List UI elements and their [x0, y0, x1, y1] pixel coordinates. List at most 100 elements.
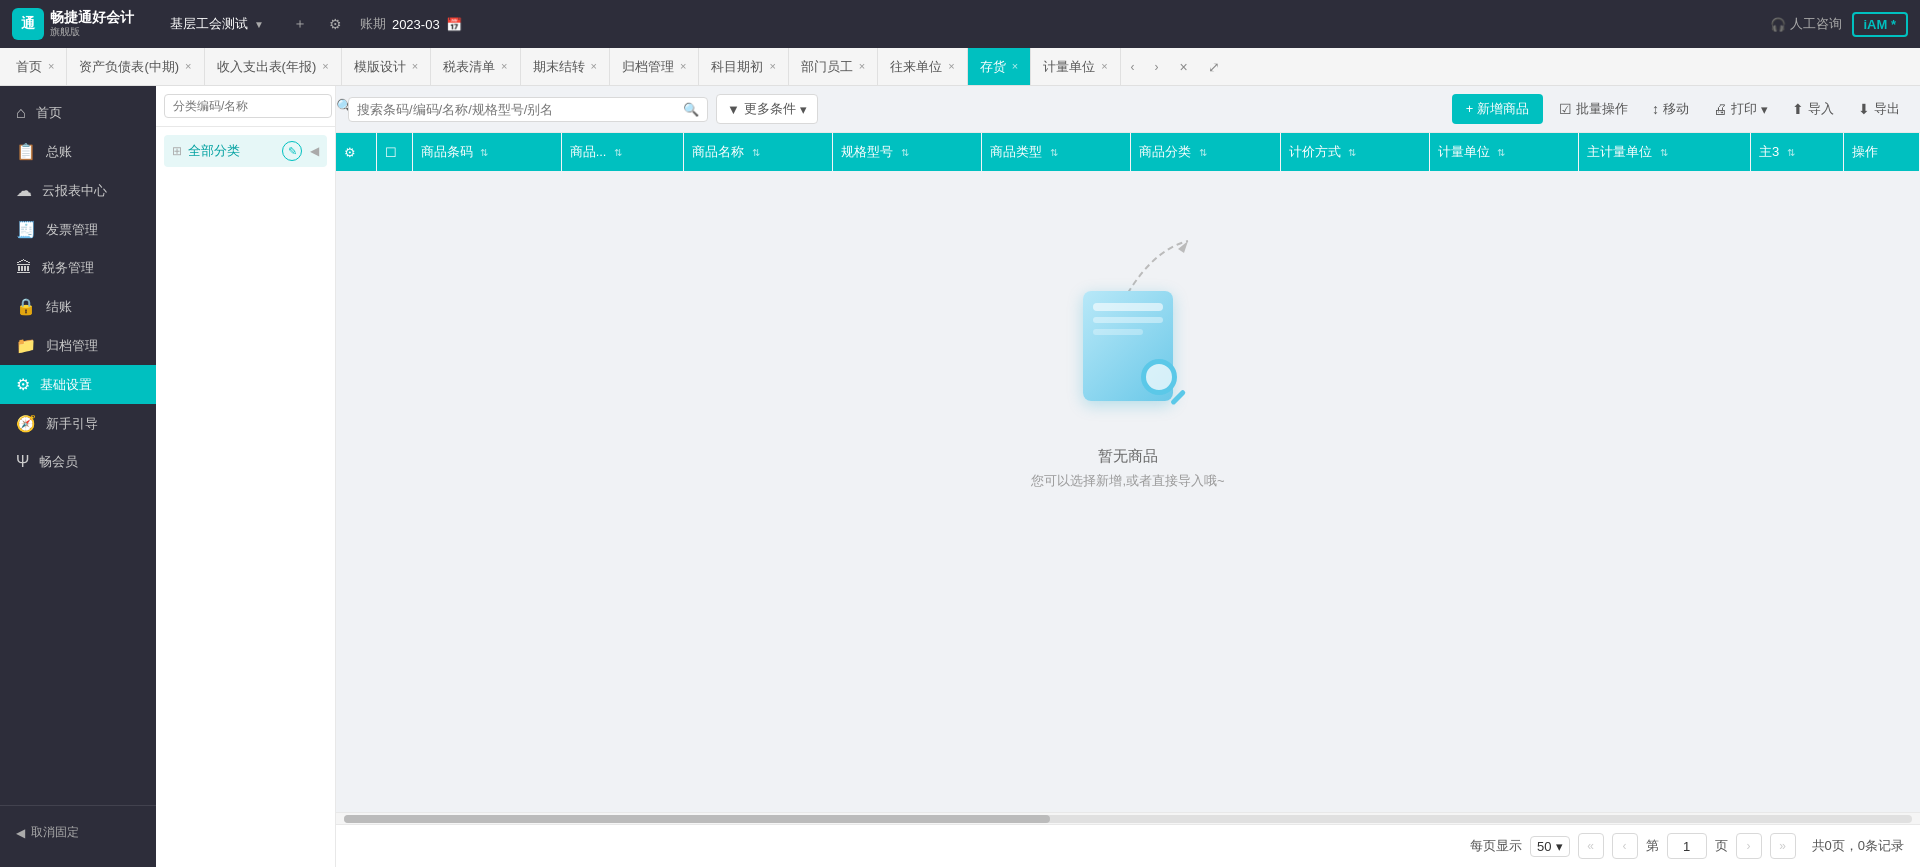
close-archive-tab[interactable]: × — [680, 61, 686, 72]
iam-badge[interactable]: iAM * — [1852, 12, 1909, 37]
empty-subtitle: 您可以选择新增,或者直接导入哦~ — [1031, 472, 1224, 490]
export-button[interactable]: ⬇ 导出 — [1850, 95, 1908, 123]
close-template-tab[interactable]: × — [412, 61, 418, 72]
th-category: 商品分类 ⇅ — [1131, 133, 1280, 171]
close-carry-tab[interactable]: × — [591, 61, 597, 72]
tree-root-all[interactable]: ⊞ 全部分类 ✎ ◀ — [164, 135, 327, 167]
close-income-tab[interactable]: × — [322, 61, 328, 72]
toolbar: 🔍 ▼ 更多条件 ▾ + 新增商品 ☑ 批量操作 ↕ — [336, 86, 1920, 133]
th-pricing: 计价方式 ⇅ — [1280, 133, 1429, 171]
tab-expand-button[interactable]: ⤢ — [1199, 48, 1229, 86]
tab-department[interactable]: 部门员工 × — [789, 48, 878, 86]
tab-measure-unit[interactable]: 计量单位 × — [1031, 48, 1120, 86]
close-balance-tab[interactable]: × — [185, 61, 191, 72]
sidebar-item-guide[interactable]: 🧭 新手引导 — [0, 404, 156, 443]
print-button[interactable]: 🖨 打印 ▾ — [1705, 95, 1776, 123]
th-type: 商品类型 ⇅ — [982, 133, 1131, 171]
sort-code-icon[interactable]: ⇅ — [614, 147, 622, 158]
tab-template-design[interactable]: 模版设计 × — [342, 48, 431, 86]
tab-period-carry[interactable]: 期末结转 × — [521, 48, 610, 86]
more-filters-button[interactable]: ▼ 更多条件 ▾ — [716, 94, 818, 124]
empty-illustration — [1028, 231, 1228, 431]
tab-balance-sheet[interactable]: 资产负债表(中期) × — [67, 48, 204, 86]
print-dropdown-icon: ▾ — [1761, 102, 1768, 117]
sort-spec-icon[interactable]: ⇅ — [901, 147, 909, 158]
add-product-button[interactable]: + 新增商品 — [1452, 94, 1543, 124]
period-area: 账期 2023-03 📅 — [360, 15, 462, 33]
sidebar-item-invoice[interactable]: 🧾 发票管理 — [0, 210, 156, 249]
sort-col3-icon[interactable]: ⇅ — [1787, 147, 1795, 158]
sidebar-item-ledger[interactable]: 📋 总账 — [0, 132, 156, 171]
close-inventory-tab[interactable]: × — [1012, 61, 1018, 72]
tree-edit-button[interactable]: ✎ — [282, 141, 302, 161]
tab-prev-button[interactable]: ‹ — [1121, 48, 1145, 86]
classification-search-input[interactable] — [164, 94, 332, 118]
search-bar-icon[interactable]: 🔍 — [683, 102, 699, 117]
import-button[interactable]: ⬆ 导入 — [1784, 95, 1842, 123]
close-measure-tab[interactable]: × — [1101, 61, 1107, 72]
sort-unit-icon[interactable]: ⇅ — [1497, 147, 1505, 158]
tab-archive[interactable]: 归档管理 × — [610, 48, 699, 86]
sidebar-item-close-account[interactable]: 🔒 结账 — [0, 287, 156, 326]
th-settings[interactable]: ⚙ — [336, 133, 376, 171]
tab-close-all-button[interactable]: × — [1169, 48, 1199, 86]
tab-tax-list[interactable]: 税表清单 × — [431, 48, 520, 86]
close-homepage-tab[interactable]: × — [48, 61, 54, 72]
scroll-track[interactable] — [344, 815, 1912, 823]
company-selector[interactable]: 基层工会测试 ▼ — [162, 11, 272, 37]
content-wrapper: 🔍 ⊞ 全部分类 ✎ ◀ 🔍 ▼ 更多条 — [156, 86, 1920, 867]
calendar-icon[interactable]: 📅 — [446, 17, 462, 32]
tab-income-statement[interactable]: 收入支出表(年报) × — [205, 48, 342, 86]
tree-collapse-icon[interactable]: ◀ — [310, 144, 319, 158]
scroll-thumb[interactable] — [344, 815, 1050, 823]
sort-pricing-icon[interactable]: ⇅ — [1348, 147, 1356, 158]
close-tax-tab[interactable]: × — [501, 61, 507, 72]
product-search-bar[interactable]: 🔍 — [348, 97, 708, 122]
unpin-icon: ◀ — [16, 826, 25, 840]
sort-name-icon[interactable]: ⇅ — [752, 147, 760, 158]
toolbar-right: + 新增商品 ☑ 批量操作 ↕ 移动 🖨 打印 ▾ — [1452, 94, 1908, 124]
page-size-selector[interactable]: 50 ▾ — [1530, 836, 1569, 857]
settings-gear-button[interactable]: ⚙ — [322, 10, 350, 38]
close-contacts-tab[interactable]: × — [948, 61, 954, 72]
guide-icon: 🧭 — [16, 414, 36, 433]
chevron-down-icon: ▾ — [800, 102, 807, 117]
tab-contacts[interactable]: 往来单位 × — [878, 48, 967, 86]
th-checkbox[interactable]: ☐ — [376, 133, 412, 171]
sort-category-icon[interactable]: ⇅ — [1199, 147, 1207, 158]
batch-operation-button[interactable]: ☑ 批量操作 — [1551, 95, 1636, 123]
move-button[interactable]: ↕ 移动 — [1644, 95, 1697, 123]
export-icon: ⬇ — [1858, 101, 1870, 117]
close-dept-tab[interactable]: × — [859, 61, 865, 72]
sort-type-icon[interactable]: ⇅ — [1050, 147, 1058, 158]
close-subject-tab[interactable]: × — [769, 61, 775, 72]
page-number-input[interactable] — [1667, 833, 1707, 859]
sidebar-item-vip[interactable]: Ψ 畅会员 — [0, 443, 156, 481]
th-code: 商品... ⇅ — [561, 133, 683, 171]
tab-next-button[interactable]: › — [1145, 48, 1169, 86]
sidebar-item-basic-settings[interactable]: ⚙ 基础设置 — [0, 365, 156, 404]
sidebar-item-archive[interactable]: 📁 归档管理 — [0, 326, 156, 365]
tab-homepage[interactable]: 首页 × — [4, 48, 67, 86]
page-last-button[interactable]: » — [1770, 833, 1796, 859]
add-company-button[interactable]: ＋ — [286, 10, 314, 38]
empty-state: 暂无商品 您可以选择新增,或者直接导入哦~ — [336, 171, 1920, 550]
tab-subject-init[interactable]: 科目期初 × — [699, 48, 788, 86]
unpin-sidebar-button[interactable]: ◀ 取消固定 — [0, 816, 156, 849]
page-first-button[interactable]: « — [1578, 833, 1604, 859]
print-icon: 🖨 — [1713, 101, 1727, 117]
product-search-input[interactable] — [357, 102, 679, 117]
sidebar-item-homepage[interactable]: ⌂ 首页 — [0, 94, 156, 132]
th-spec: 规格型号 ⇅ — [833, 133, 982, 171]
tab-inventory[interactable]: 存货 × — [968, 48, 1031, 86]
sort-main-unit-icon[interactable]: ⇅ — [1660, 147, 1668, 158]
consulting-button[interactable]: 🎧 人工咨询 — [1770, 15, 1842, 33]
page-next-button[interactable]: › — [1736, 833, 1762, 859]
batch-icon: ☑ — [1559, 101, 1572, 117]
sidebar-item-tax[interactable]: 🏛 税务管理 — [0, 249, 156, 287]
sidebar-item-reports[interactable]: ☁ 云报表中心 — [0, 171, 156, 210]
sort-barcode-icon[interactable]: ⇅ — [480, 147, 488, 158]
page-prev-button[interactable]: ‹ — [1612, 833, 1638, 859]
horizontal-scrollbar[interactable] — [336, 812, 1920, 824]
classification-tree: ⊞ 全部分类 ✎ ◀ — [156, 127, 335, 175]
